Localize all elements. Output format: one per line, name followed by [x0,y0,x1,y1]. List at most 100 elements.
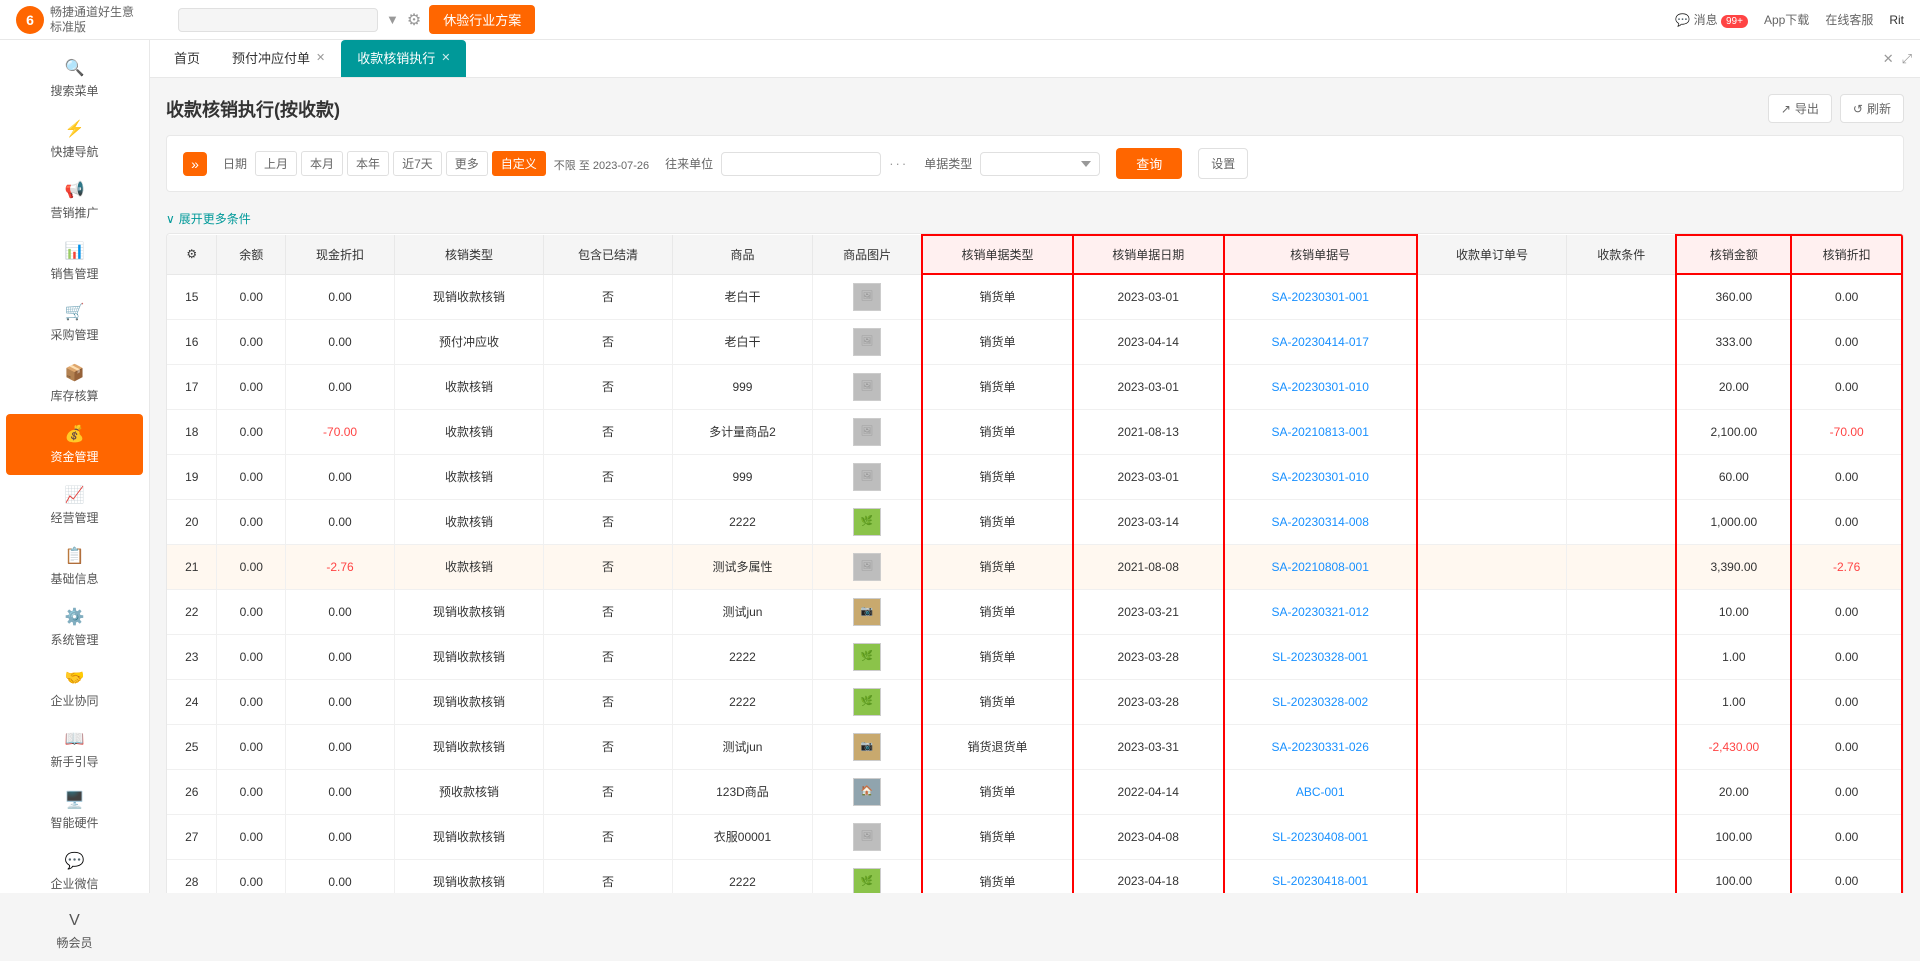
export-button[interactable]: ↗ 导出 [1768,94,1832,123]
search-dropdown-icon[interactable]: ▼ [386,12,399,27]
query-button[interactable]: 查询 [1116,148,1182,179]
write-off-number-link[interactable]: SA-20230301-010 [1271,380,1368,394]
sidebar-item-basics[interactable]: 📋 基础信息 [0,536,149,597]
tab-write-off-close[interactable]: ✕ [441,51,450,64]
write-off-number-link[interactable]: ABC-001 [1296,785,1345,799]
cell-goods-image: 🖼 [813,274,923,319]
cell-include-settled: 否 [544,364,673,409]
cell-write-off-bill-type: 销货单 [922,499,1073,544]
cell-write-off-amount: 20.00 [1676,769,1791,814]
cell-balance: 0.00 [217,499,286,544]
cell-write-off-date: 2023-03-21 [1073,589,1224,634]
date-btn-custom[interactable]: 自定义 [492,151,546,176]
app-download-link[interactable]: App下载 [1764,11,1809,28]
order-type-select[interactable] [980,152,1100,176]
cell-write-off-amount: 3,390.00 [1676,544,1791,589]
write-off-number-link[interactable]: SL-20230328-001 [1272,650,1368,664]
sidebar-item-finance[interactable]: 💰 资金管理 [6,414,143,475]
sidebar-item-vip[interactable]: V 畅会员 [0,902,149,961]
write-off-number-link[interactable]: SL-20230418-001 [1272,874,1368,888]
cell-receipt-order-no [1417,499,1567,544]
cell-cash-discount: 0.00 [286,274,395,319]
from-unit-input[interactable] [721,152,881,176]
sidebar-item-operations[interactable]: 📈 经营管理 [0,475,149,536]
cell-write-off-date: 2023-04-08 [1073,814,1224,859]
write-off-number-link[interactable]: SA-20230301-010 [1271,470,1368,484]
sidebar-item-sales[interactable]: 📊 销售管理 [0,231,149,292]
cell-write-off-bill-type: 销货单 [922,409,1073,454]
date-btn-this-year[interactable]: 本年 [347,151,389,176]
write-off-number-link[interactable]: SL-20230328-002 [1272,695,1368,709]
cell-write-off-type: 收款核销 [394,409,543,454]
vip-icon: V [69,912,80,930]
cell-goods: 老白干 [672,319,812,364]
sidebar-item-label: 基础信息 [50,570,98,587]
setting-button[interactable]: 设置 [1198,148,1248,179]
date-btn-last-month[interactable]: 上月 [255,151,297,176]
goods-thumbnail: 🖼 [853,418,881,446]
sidebar-item-guide[interactable]: 📖 新手引导 [0,719,149,780]
write-off-number-link[interactable]: SA-20210808-001 [1271,560,1368,574]
table-row: 26 0.00 0.00 预收款核销 否 123D商品 🏠 销货单 2022-0… [167,769,1902,814]
table-row: 22 0.00 0.00 现销收款核销 否 测试jun 📷 销货单 2023-0… [167,589,1902,634]
table-row: 27 0.00 0.00 现销收款核销 否 衣服00001 🖼 销货单 2023… [167,814,1902,859]
date-btn-7days[interactable]: 近7天 [393,151,442,176]
goods-thumbnail: 🌿 [853,868,881,894]
cell-balance: 0.00 [217,454,286,499]
cell-balance: 0.00 [217,769,286,814]
tab-prepay-close[interactable]: ✕ [316,51,325,64]
table-header-row: ⚙ 余额 现金折扣 核销类型 包含已结清 商品 商品图片 核销单据类型 核销单据… [167,235,1902,274]
date-btn-more[interactable]: 更多 [446,151,488,176]
date-btn-this-month[interactable]: 本月 [301,151,343,176]
filter-toggle-btn[interactable]: » [183,152,207,176]
filter-bar: » 日期 上月 本月 本年 近7天 更多 自定义 不限 至 2023-07-26 [166,135,1904,192]
sidebar-item-system[interactable]: ⚙️ 系统管理 [0,597,149,658]
tab-expand-icon[interactable]: ⤢ [1902,51,1912,67]
sidebar-item-quicknav[interactable]: ⚡ 快捷导航 [0,109,149,170]
top-bar-center: ▼ ⚙ 休验行业方案 [178,5,1663,34]
user-name[interactable]: Rit [1889,13,1904,27]
write-off-number-link[interactable]: SA-20210813-001 [1271,425,1368,439]
cell-receipt-condition [1567,544,1677,589]
goods-thumbnail: 🖼 [853,373,881,401]
industry-btn[interactable]: 休验行业方案 [429,5,535,34]
table-row: 21 0.00 -2.76 收款核销 否 测试多属性 🖼 销货单 2021-08… [167,544,1902,589]
tab-home[interactable]: 首页 [158,40,216,77]
settings-icon[interactable]: ⚙ [407,10,421,30]
sidebar-item-marketing[interactable]: 📢 营销推广 [0,170,149,231]
write-off-number-link[interactable]: SA-20230314-008 [1271,515,1368,529]
notification-area[interactable]: 💬 消息 99+ [1675,11,1748,28]
cell-receipt-order-no [1417,544,1567,589]
sidebar-item-search[interactable]: 🔍 搜索菜单 [0,48,149,109]
write-off-number-link[interactable]: SA-20230414-017 [1271,335,1368,349]
cell-include-settled: 否 [544,454,673,499]
sidebar-item-hardware[interactable]: 🖥️ 智能硬件 [0,780,149,841]
cell-no: 20 [167,499,217,544]
top-search-input[interactable] [178,8,378,32]
cell-write-off-discount: 0.00 [1791,679,1902,724]
write-off-number-link[interactable]: SA-20230331-026 [1271,740,1368,754]
cell-write-off-type: 收款核销 [394,454,543,499]
cell-cash-discount: -70.00 [286,409,395,454]
cell-no: 21 [167,544,217,589]
cell-write-off-amount: 2,100.00 [1676,409,1791,454]
sidebar-item-purchase[interactable]: 🛒 采购管理 [0,292,149,353]
sidebar-item-cooperation[interactable]: 🤝 企业协同 [0,658,149,719]
write-off-number-link[interactable]: SL-20230408-001 [1272,830,1368,844]
main-layout: 🔍 搜索菜单 ⚡ 快捷导航 📢 营销推广 📊 销售管理 🛒 采购管理 📦 库存核… [0,40,1920,893]
sidebar-item-inventory[interactable]: 📦 库存核算 [0,353,149,414]
cell-goods: 测试jun [672,724,812,769]
inventory-icon: 📦 [65,363,85,383]
cell-write-off-date: 2021-08-13 [1073,409,1224,454]
write-off-number-link[interactable]: SA-20230301-001 [1271,290,1368,304]
tab-close-icon[interactable]: ✕ [1883,51,1894,67]
tab-prepay[interactable]: 预付冲应付单 ✕ [216,40,341,77]
write-off-number-link[interactable]: SA-20230321-012 [1271,605,1368,619]
cell-write-off-number: SL-20230328-002 [1224,679,1417,724]
expand-more-btn[interactable]: ∨ 展开更多条件 [166,204,1904,233]
cell-write-off-bill-type: 销货单 [922,769,1073,814]
refresh-button[interactable]: ↺ 刷新 [1840,94,1904,123]
online-service-link[interactable]: 在线客服 [1825,11,1873,28]
cell-write-off-number: SA-20210813-001 [1224,409,1417,454]
tab-write-off[interactable]: 收款核销执行 ✕ [341,40,466,77]
